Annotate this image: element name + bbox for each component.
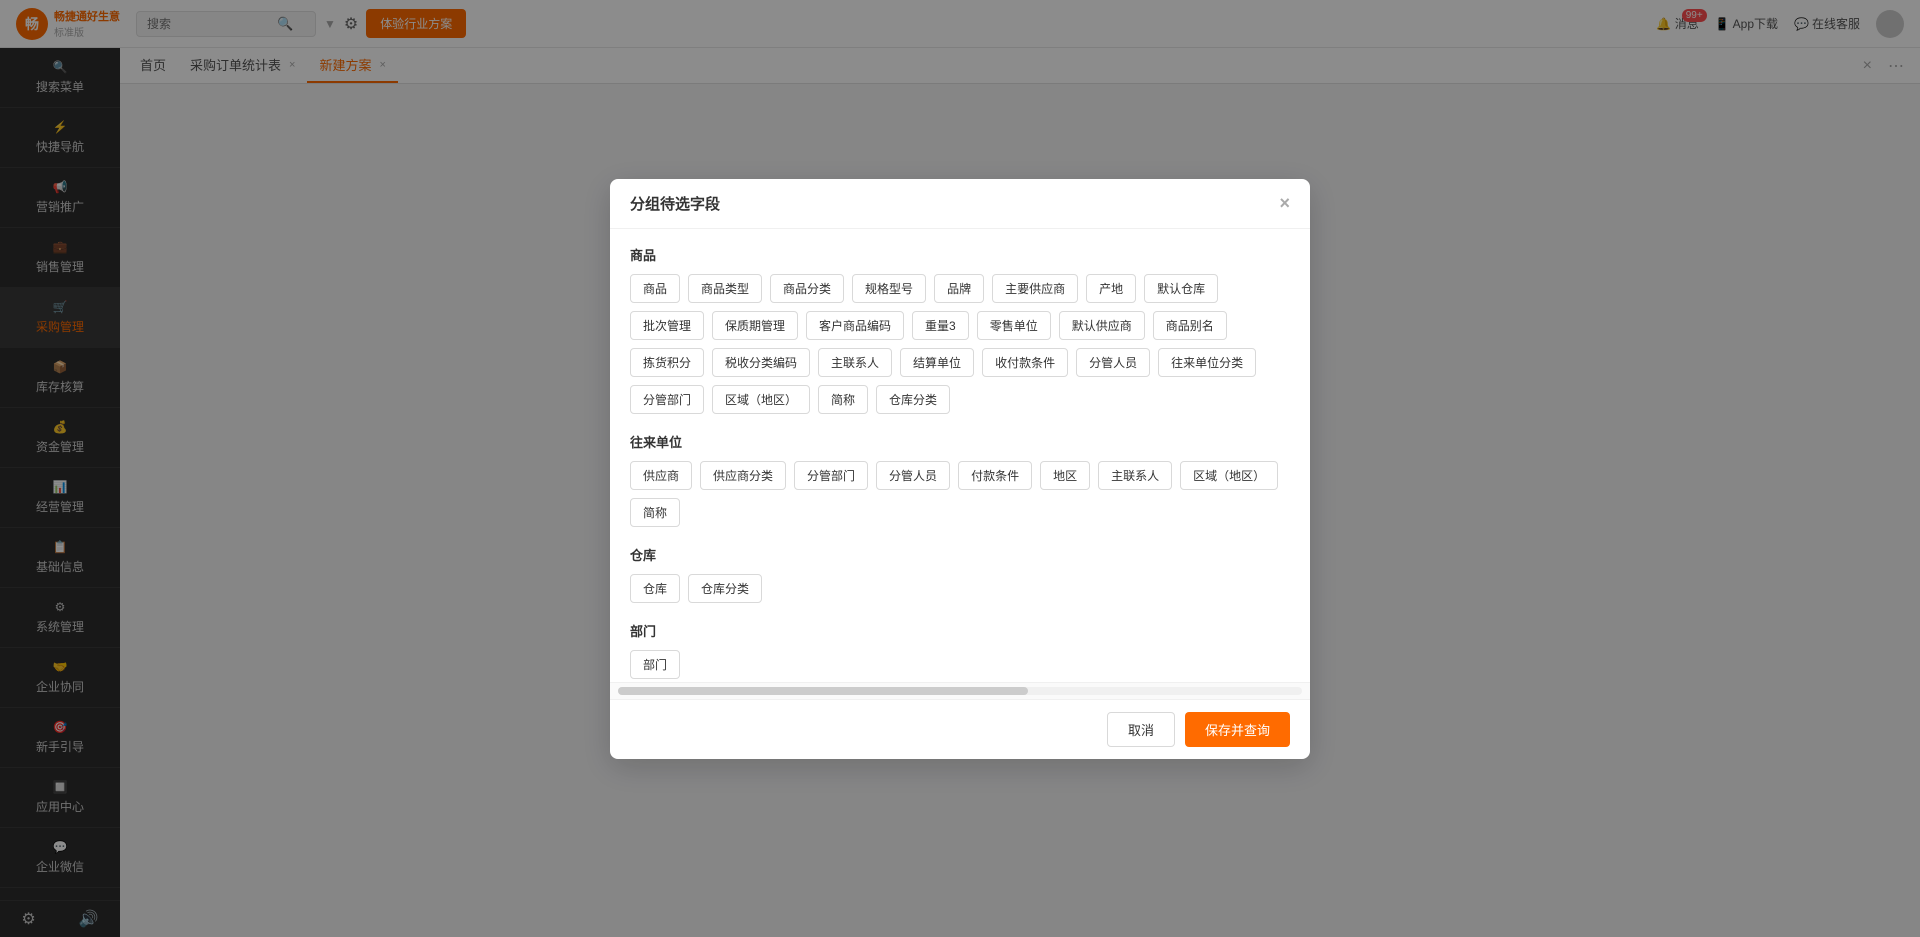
- section-partner-title: 往来单位: [630, 432, 1290, 451]
- field-tag[interactable]: 零售单位: [977, 311, 1051, 340]
- section-goods-title: 商品: [630, 245, 1290, 264]
- modal-body: 商品 商品 商品类型 商品分类 规格型号 品牌 主要供应商 产地 默认仓库 批次…: [610, 229, 1310, 682]
- section-warehouse: 仓库 仓库 仓库分类: [630, 545, 1290, 603]
- modal-hscroll: [610, 682, 1310, 699]
- section-warehouse-title: 仓库: [630, 545, 1290, 564]
- field-tag[interactable]: 仓库分类: [876, 385, 950, 414]
- field-tag[interactable]: 批次管理: [630, 311, 704, 340]
- modal-title: 分组待选字段: [630, 193, 720, 214]
- field-tag[interactable]: 拣货积分: [630, 348, 704, 377]
- field-tag[interactable]: 区域（地区）: [712, 385, 810, 414]
- field-tag[interactable]: 分管部门: [630, 385, 704, 414]
- field-tag[interactable]: 商品别名: [1153, 311, 1227, 340]
- field-tag[interactable]: 分管人员: [1076, 348, 1150, 377]
- goods-tags: 商品 商品类型 商品分类 规格型号 品牌 主要供应商 产地 默认仓库 批次管理 …: [630, 274, 1290, 414]
- field-tag[interactable]: 商品: [630, 274, 680, 303]
- field-tag[interactable]: 仓库分类: [688, 574, 762, 603]
- section-department: 部门 部门: [630, 621, 1290, 679]
- field-tag[interactable]: 地区: [1040, 461, 1090, 490]
- field-tag[interactable]: 品牌: [934, 274, 984, 303]
- field-tag[interactable]: 供应商分类: [700, 461, 786, 490]
- field-tag[interactable]: 默认供应商: [1059, 311, 1145, 340]
- modal-close-btn[interactable]: ×: [1279, 194, 1290, 212]
- cancel-btn[interactable]: 取消: [1107, 712, 1175, 747]
- field-tag[interactable]: 主联系人: [818, 348, 892, 377]
- field-tag[interactable]: 付款条件: [958, 461, 1032, 490]
- modal-dialog: 分组待选字段 × 商品 商品 商品类型 商品分类 规格型号 品牌 主要供应商 产…: [610, 179, 1310, 759]
- field-tag[interactable]: 主联系人: [1098, 461, 1172, 490]
- partner-tags: 供应商 供应商分类 分管部门 分管人员 付款条件 地区 主联系人 区域（地区） …: [630, 461, 1290, 527]
- field-tag[interactable]: 分管人员: [876, 461, 950, 490]
- field-tag[interactable]: 保质期管理: [712, 311, 798, 340]
- modal-header: 分组待选字段 ×: [610, 179, 1310, 229]
- field-tag[interactable]: 税收分类编码: [712, 348, 810, 377]
- field-tag[interactable]: 商品类型: [688, 274, 762, 303]
- field-tag[interactable]: 部门: [630, 650, 680, 679]
- field-tag[interactable]: 供应商: [630, 461, 692, 490]
- field-tag[interactable]: 主要供应商: [992, 274, 1078, 303]
- section-partner: 往来单位 供应商 供应商分类 分管部门 分管人员 付款条件 地区 主联系人 区域…: [630, 432, 1290, 527]
- hscroll-thumb: [618, 687, 1028, 695]
- field-tag[interactable]: 分管部门: [794, 461, 868, 490]
- field-tag[interactable]: 简称: [818, 385, 868, 414]
- modal-overlay: 分组待选字段 × 商品 商品 商品类型 商品分类 规格型号 品牌 主要供应商 产…: [0, 0, 1920, 937]
- field-tag[interactable]: 区域（地区）: [1180, 461, 1278, 490]
- field-tag[interactable]: 重量3: [912, 311, 969, 340]
- field-tag[interactable]: 结算单位: [900, 348, 974, 377]
- warehouse-tags: 仓库 仓库分类: [630, 574, 1290, 603]
- section-goods: 商品 商品 商品类型 商品分类 规格型号 品牌 主要供应商 产地 默认仓库 批次…: [630, 245, 1290, 414]
- field-tag[interactable]: 产地: [1086, 274, 1136, 303]
- section-department-title: 部门: [630, 621, 1290, 640]
- field-tag[interactable]: 往来单位分类: [1158, 348, 1256, 377]
- field-tag[interactable]: 规格型号: [852, 274, 926, 303]
- modal-footer: 取消 保存并查询: [610, 699, 1310, 759]
- field-tag[interactable]: 客户商品编码: [806, 311, 904, 340]
- hscroll-track[interactable]: [618, 687, 1302, 695]
- field-tag[interactable]: 仓库: [630, 574, 680, 603]
- field-tag[interactable]: 简称: [630, 498, 680, 527]
- department-tags: 部门: [630, 650, 1290, 679]
- field-tag[interactable]: 收付款条件: [982, 348, 1068, 377]
- confirm-btn[interactable]: 保存并查询: [1185, 712, 1290, 747]
- field-tag[interactable]: 商品分类: [770, 274, 844, 303]
- field-tag[interactable]: 默认仓库: [1144, 274, 1218, 303]
